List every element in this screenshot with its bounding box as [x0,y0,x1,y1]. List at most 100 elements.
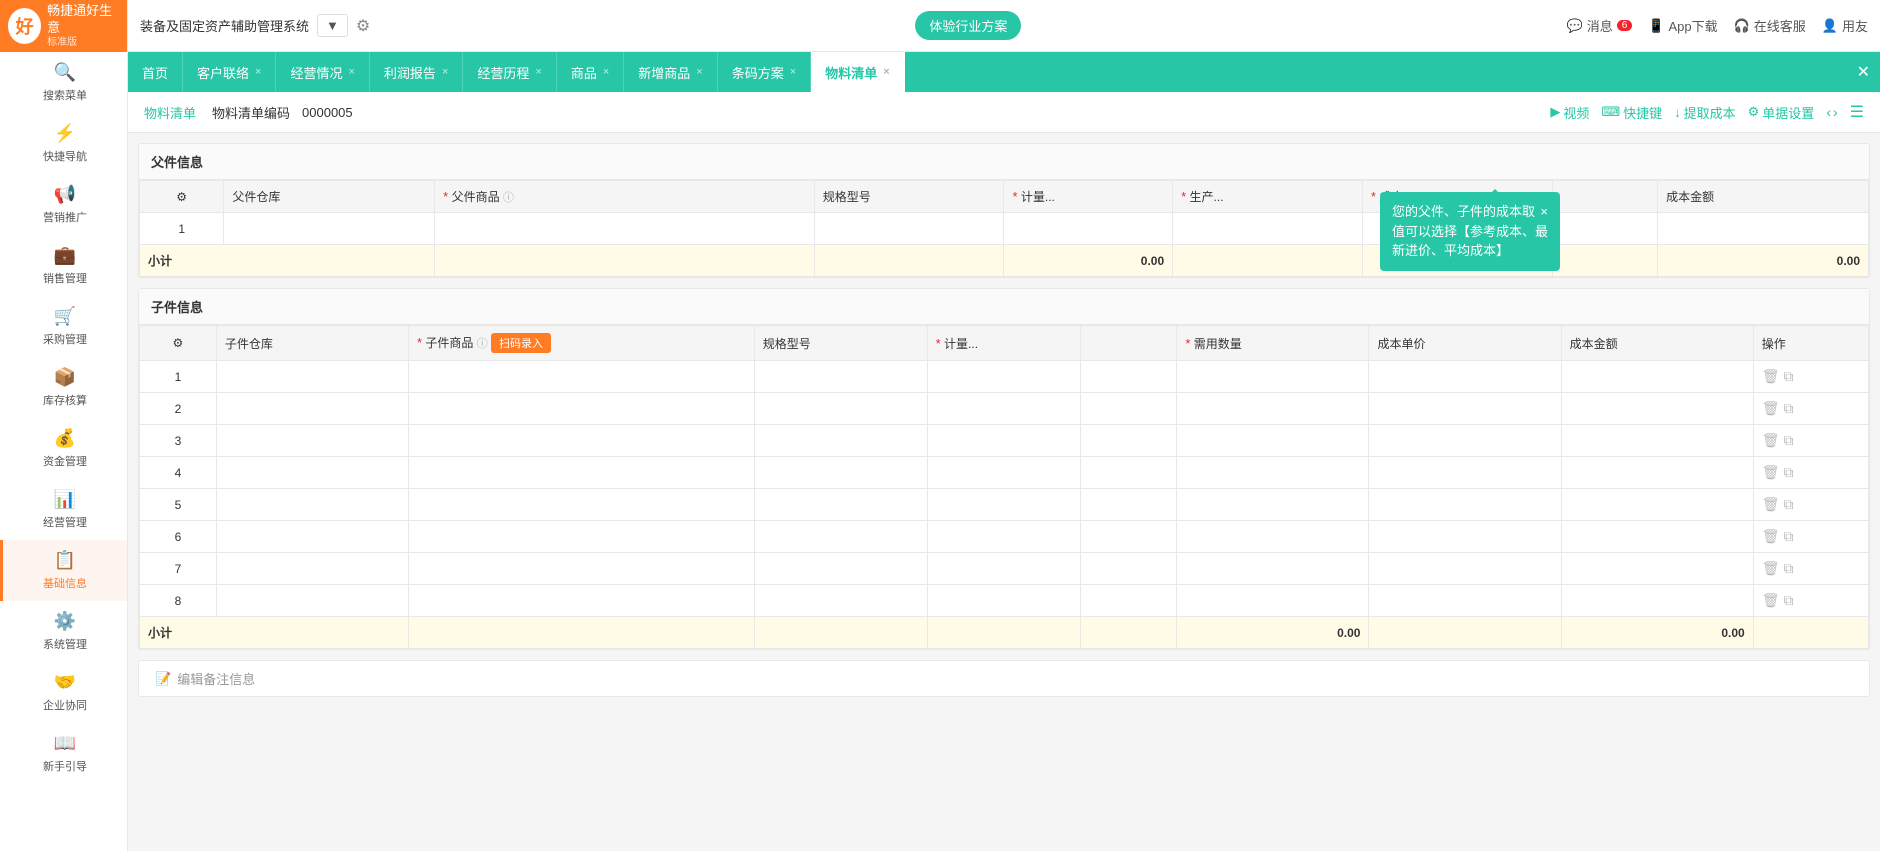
child-warehouse-cell[interactable] [216,553,408,585]
child-unit-cell[interactable] [927,457,1081,489]
delete-icon[interactable]: 🗑 [1762,400,1780,417]
child-unit-cell[interactable] [927,521,1081,553]
copy-icon[interactable]: ⧉ [1783,560,1793,577]
sidebar-item-sales[interactable]: 💼 销售管理 [0,235,127,296]
parent-spec-cell[interactable] [814,213,1004,245]
child-unit-cell[interactable] [927,553,1081,585]
parent-unit-cell[interactable] [1004,213,1173,245]
sidebar-item-basic-info[interactable]: 📋 基础信息 [0,540,127,601]
view-action[interactable]: ▶ 视频 [1550,103,1589,122]
child-product-cell[interactable] [408,585,754,617]
child-spec-cell[interactable] [754,425,927,457]
delete-icon[interactable]: 🗑 [1762,464,1780,481]
tab-products[interactable]: 商品 × [557,52,624,92]
tab-profit[interactable]: 利润报告 × [370,52,463,92]
child-spec-cell[interactable] [754,489,927,521]
sidebar-item-enterprise[interactable]: 🤝 企业协同 [0,662,127,723]
child-product-cell[interactable] [408,361,754,393]
child-unit-cell[interactable] [927,393,1081,425]
delete-icon[interactable]: 🗑 [1762,560,1780,577]
child-price-cell[interactable] [1369,361,1561,393]
trial-button[interactable]: 体验行业方案 [915,11,1021,40]
system-dropdown[interactable]: ▼ [317,14,348,37]
tab-operations[interactable]: 经营情况 × [276,52,369,92]
child-unit-cell[interactable] [927,361,1081,393]
tooltip-close-button[interactable]: × [1540,202,1548,222]
copy-icon[interactable]: ⧉ [1783,528,1793,545]
child-price-cell[interactable] [1369,585,1561,617]
shortcut-action[interactable]: ⌨ 快捷键 [1601,103,1662,122]
sidebar-item-quick-nav[interactable]: ⚡ 快捷导航 [0,113,127,174]
copy-icon[interactable]: ⧉ [1783,592,1793,609]
online-service-button[interactable]: 🎧 在线客服 [1734,16,1806,35]
parent-produce-cell[interactable] [1173,213,1363,245]
sidebar-item-inventory[interactable]: 📦 库存核算 [0,357,127,418]
user-menu[interactable]: 👤 用友 [1822,16,1868,35]
child-spec-cell[interactable] [754,457,927,489]
child-warehouse-cell[interactable] [216,457,408,489]
child-price-cell[interactable] [1369,521,1561,553]
child-qty-cell[interactable] [1177,457,1369,489]
child-unit-cell[interactable] [927,425,1081,457]
child-price-cell[interactable] [1369,553,1561,585]
copy-icon[interactable]: ⧉ [1783,464,1793,481]
parent-product-cell[interactable] [435,213,815,245]
child-qty-cell[interactable] [1177,425,1369,457]
breadcrumb-bom[interactable]: 物料清单 [144,103,196,122]
child-warehouse-cell[interactable] [216,425,408,457]
child-product-cell[interactable] [408,393,754,425]
child-qty-cell[interactable] [1177,393,1369,425]
child-warehouse-cell[interactable] [216,393,408,425]
tab-close-all[interactable]: ✕ [1857,62,1870,82]
child-col-settings[interactable]: ⚙ [140,326,217,361]
child-warehouse-cell[interactable] [216,585,408,617]
tab-customers[interactable]: 客户联络 × [183,52,276,92]
child-product-cell[interactable] [408,521,754,553]
copy-icon[interactable]: ⧉ [1783,400,1793,417]
tab-customers-close[interactable]: × [255,66,261,78]
copy-icon[interactable]: ⧉ [1783,432,1793,449]
child-unit-cell[interactable] [927,489,1081,521]
child-warehouse-cell[interactable] [216,361,408,393]
sidebar-item-finance[interactable]: 💰 资金管理 [0,418,127,479]
child-product-cell[interactable] [408,489,754,521]
child-qty-cell[interactable] [1177,521,1369,553]
next-arrow[interactable]: › [1833,104,1838,120]
tab-history-close[interactable]: × [535,66,541,78]
tab-operations-close[interactable]: × [348,66,354,78]
child-qty-cell[interactable] [1177,361,1369,393]
parent-col-settings[interactable]: ⚙ [140,181,224,213]
sidebar-item-marketing[interactable]: 📢 营销推广 [0,174,127,235]
child-price-cell[interactable] [1369,425,1561,457]
prev-arrow[interactable]: ‹ [1826,104,1831,120]
parent-warehouse-cell[interactable] [224,213,435,245]
child-spec-cell[interactable] [754,585,927,617]
tab-bom[interactable]: 物料清单 × [811,52,904,92]
child-price-cell[interactable] [1369,393,1561,425]
child-spec-cell[interactable] [754,361,927,393]
message-button[interactable]: 💬 消息 6 [1567,16,1633,35]
copy-icon[interactable]: ⧉ [1783,368,1793,385]
copy-icon[interactable]: ⧉ [1783,496,1793,513]
child-unit-cell[interactable] [927,585,1081,617]
sidebar-item-guide[interactable]: 📖 新手引导 [0,723,127,784]
tab-products-close[interactable]: × [603,66,609,78]
child-spec-cell[interactable] [754,553,927,585]
gear-icon[interactable]: ⚙ [356,16,370,36]
sidebar-item-operations[interactable]: 📊 经营管理 [0,479,127,540]
delete-icon[interactable]: 🗑 [1762,368,1780,385]
delete-icon[interactable]: 🗑 [1762,592,1780,609]
delete-icon[interactable]: 🗑 [1762,528,1780,545]
tab-bom-close[interactable]: × [883,66,889,78]
scan-button[interactable]: 扫码录入 [491,333,551,353]
child-qty-cell[interactable] [1177,489,1369,521]
tab-home[interactable]: 首页 [128,52,183,92]
child-spec-cell[interactable] [754,521,927,553]
single-settings-action[interactable]: ⚙ 单据设置 [1748,103,1815,122]
sidebar-item-purchase[interactable]: 🛒 采购管理 [0,296,127,357]
child-warehouse-cell[interactable] [216,489,408,521]
tab-barcode-close[interactable]: × [790,66,796,78]
delete-icon[interactable]: 🗑 [1762,496,1780,513]
tab-new-product-close[interactable]: × [696,66,702,78]
extract-cost-action[interactable]: ↓ 提取成本 [1674,103,1736,122]
